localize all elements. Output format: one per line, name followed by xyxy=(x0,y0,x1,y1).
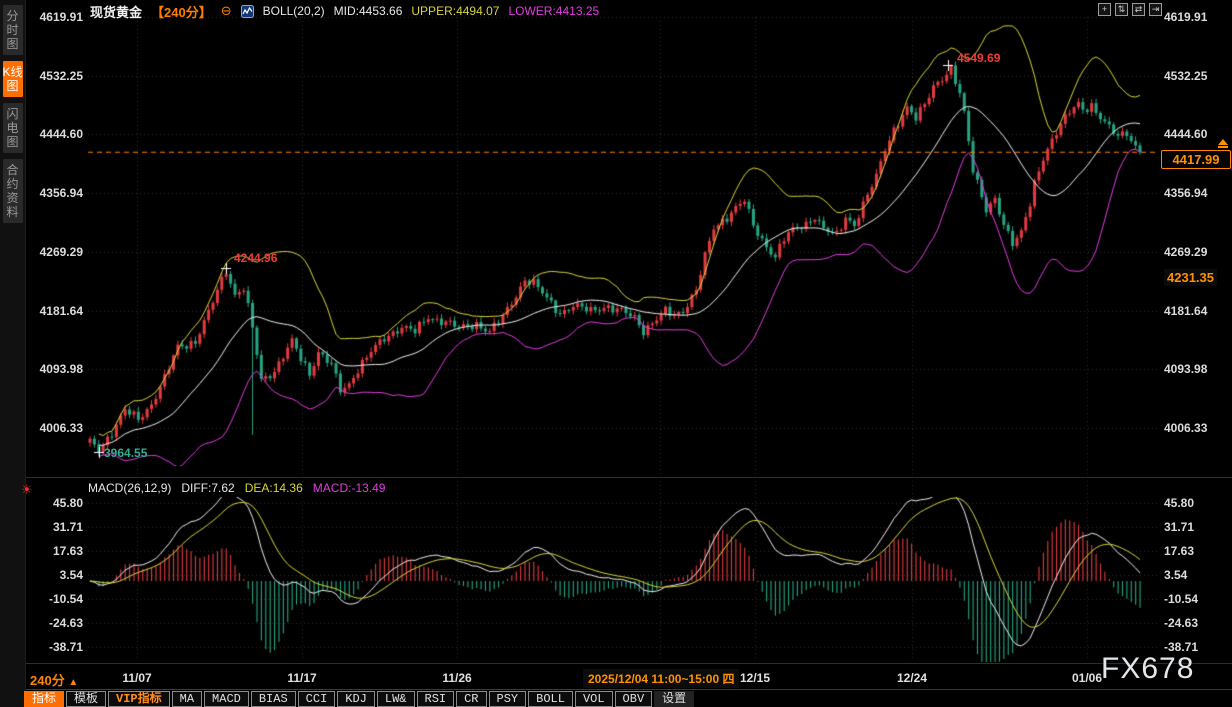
price-annotation: 4549.69 xyxy=(957,51,1001,65)
x-scale-icon[interactable]: ⇄ xyxy=(1132,3,1145,16)
macd-axis-label-r: 45.80 xyxy=(1164,496,1195,510)
price-axis-label-r: 4181.64 xyxy=(1164,303,1208,318)
price-axis-label-l: 4093.98 xyxy=(39,362,83,377)
toolbar-button-4[interactable]: MA xyxy=(171,691,203,707)
toolbar-divider xyxy=(0,689,1232,690)
trading-app-window: 分时图 K线图闪电图合约资料 现货黄金 【240分】 ⊖ BOLL(20,2) M… xyxy=(0,0,1232,707)
macd-macd-value: MACD:-13.49 xyxy=(312,481,386,495)
macd-diff-value: DIFF:7.62 xyxy=(181,481,235,495)
price-axis-label-l: 4006.33 xyxy=(39,421,83,435)
macd-axis-label-r: -24.63 xyxy=(1164,616,1199,630)
instrument-name: 现货黄金 xyxy=(90,4,143,20)
toolbar-button-12[interactable]: PSY xyxy=(488,691,527,707)
macd-axis-label-l: 3.54 xyxy=(59,568,83,582)
toolbar-button-6[interactable]: BIAS xyxy=(250,691,296,707)
chart-header: 现货黄金 【240分】 ⊖ BOLL(20,2) MID:4453.66 UPP… xyxy=(90,2,600,21)
price-axis-label-l: 4444.60 xyxy=(39,127,83,142)
period-selector-label: 240分 xyxy=(30,673,65,688)
pan-tool-icon[interactable]: + xyxy=(1098,3,1111,16)
y-scale-icon[interactable]: ⇅ xyxy=(1115,3,1128,16)
price-axis-label-r: 4532.25 xyxy=(1164,68,1208,83)
x-axis-tick: 11/17 xyxy=(287,671,317,685)
period-selector[interactable]: 240分 ▲ xyxy=(30,670,78,689)
macd-axis-label-l: -38.71 xyxy=(48,640,83,654)
axis-divider xyxy=(0,663,1232,664)
toolbar-button-5[interactable]: MACD xyxy=(204,691,249,707)
macd-params-label: MACD(26,12,9) xyxy=(88,481,172,495)
price-axis-label-r: 4006.33 xyxy=(1164,421,1208,435)
price-axis-label-r: 4093.98 xyxy=(1164,362,1208,377)
candlestick-chart-icon xyxy=(240,4,254,18)
price-axis-label-r: 4356.94 xyxy=(1164,186,1208,201)
price-axis-label-l: 4356.94 xyxy=(39,186,83,201)
price-axis-label-l: 4181.64 xyxy=(39,303,83,318)
boll-upper-value: UPPER:4494.07 xyxy=(411,4,500,18)
macd-header: MACD(26,12,9) DIFF:7.62 DEA:14.36 MACD:-… xyxy=(88,481,385,495)
price-axis-label-l: 4269.29 xyxy=(39,244,83,259)
sidebar: 分时图 K线图闪电图合约资料 xyxy=(0,0,26,707)
chart-tool-icons: + ⇅ ⇄ ⇥ xyxy=(1098,3,1162,16)
sidebar-tab-2[interactable]: K线图 xyxy=(2,61,23,97)
boll-lower-value: LOWER:4413.25 xyxy=(508,4,600,18)
macd-axis-label-r: 3.54 xyxy=(1164,568,1188,582)
toolbar-button-2[interactable]: 模板 xyxy=(66,691,107,707)
price-alert-icon[interactable] xyxy=(1217,139,1229,148)
price-axis-label-r: 4444.60 xyxy=(1164,127,1208,142)
macd-axis-label-l: 31.71 xyxy=(52,520,83,534)
x-axis-tick: 12/15 xyxy=(739,671,771,685)
macd-axis-label-r: 17.63 xyxy=(1164,544,1195,558)
price-axis-label-r: 4269.29 xyxy=(1164,244,1208,259)
x-axis-tick: 01/06 xyxy=(1071,671,1103,685)
boll-mid-value: MID:4453.66 xyxy=(333,4,403,18)
toolbar-button-7[interactable]: CCI xyxy=(297,691,336,707)
main-chart-canvas[interactable] xyxy=(0,0,1232,707)
sidebar-tab-1[interactable]: 分时图 xyxy=(2,5,23,55)
toolbar-button-16[interactable]: 设置 xyxy=(654,691,695,707)
macd-axis-label-l: 45.80 xyxy=(52,496,83,510)
macd-dea-value: DEA:14.36 xyxy=(244,481,303,495)
x-axis-tick: 12/24 xyxy=(896,671,928,685)
period-label[interactable]: 【240分】 xyxy=(151,2,212,21)
price-axis-label-l: 4532.25 xyxy=(39,68,83,83)
toolbar-button-3[interactable]: VIP指标 xyxy=(108,691,170,707)
sidebar-tab-3[interactable]: 闪电图 xyxy=(2,103,23,153)
collapse-icon[interactable]: ⊖ xyxy=(221,3,232,19)
pane-divider xyxy=(0,477,1232,478)
toolbar-button-14[interactable]: VOL xyxy=(574,691,613,707)
x-axis-tick: 11/26 xyxy=(442,671,472,685)
indicator-toolbar: 指标 模板 VIP指标 MA MACD BIAS CCI KDJ LW& RSI CR PSY BOLL… xyxy=(24,691,695,707)
chevron-up-icon: ▲ xyxy=(68,677,79,688)
last-price-box: 4417.99 xyxy=(1161,150,1231,169)
shift-right-icon[interactable]: ⇥ xyxy=(1149,3,1162,16)
price-axis-label-r: 4619.91 xyxy=(1164,10,1208,24)
toolbar-button-15[interactable]: OBV xyxy=(614,691,653,707)
boll-params: BOLL(20,2) xyxy=(262,4,325,18)
price-axis-label-l: 4619.91 xyxy=(39,10,83,24)
price-annotation: 4244.96 xyxy=(234,251,278,265)
macd-axis-label-l: -24.63 xyxy=(48,616,83,630)
price-annotation: 3964.55 xyxy=(104,446,148,460)
x-axis-tick: 11/07 xyxy=(122,671,152,685)
toolbar-button-8[interactable]: KDJ xyxy=(337,691,375,707)
macd-axis-label-r: 31.71 xyxy=(1164,520,1195,534)
toolbar-button-1[interactable]: 指标 xyxy=(24,691,65,707)
toolbar-button-11[interactable]: CR xyxy=(456,691,487,707)
macd-axis-label-r: -10.54 xyxy=(1164,592,1199,606)
toolbar-button-9[interactable]: LW& xyxy=(376,691,415,707)
selected-bar-datetime: 2025/12/04 11:00~15:00 四 xyxy=(583,669,740,688)
indicator-settings-icon[interactable]: ☀ xyxy=(21,482,33,498)
toolbar-button-10[interactable]: RSI xyxy=(416,691,455,707)
watermark: FX678 xyxy=(1101,652,1195,685)
toolbar-button-13[interactable]: BOLL xyxy=(528,691,573,707)
price-level-label: 4231.35 xyxy=(1164,269,1217,286)
macd-axis-label-l: 17.63 xyxy=(52,544,83,558)
macd-axis-label-l: -10.54 xyxy=(48,592,83,606)
sidebar-tab-4[interactable]: 合约资料 xyxy=(2,159,23,223)
